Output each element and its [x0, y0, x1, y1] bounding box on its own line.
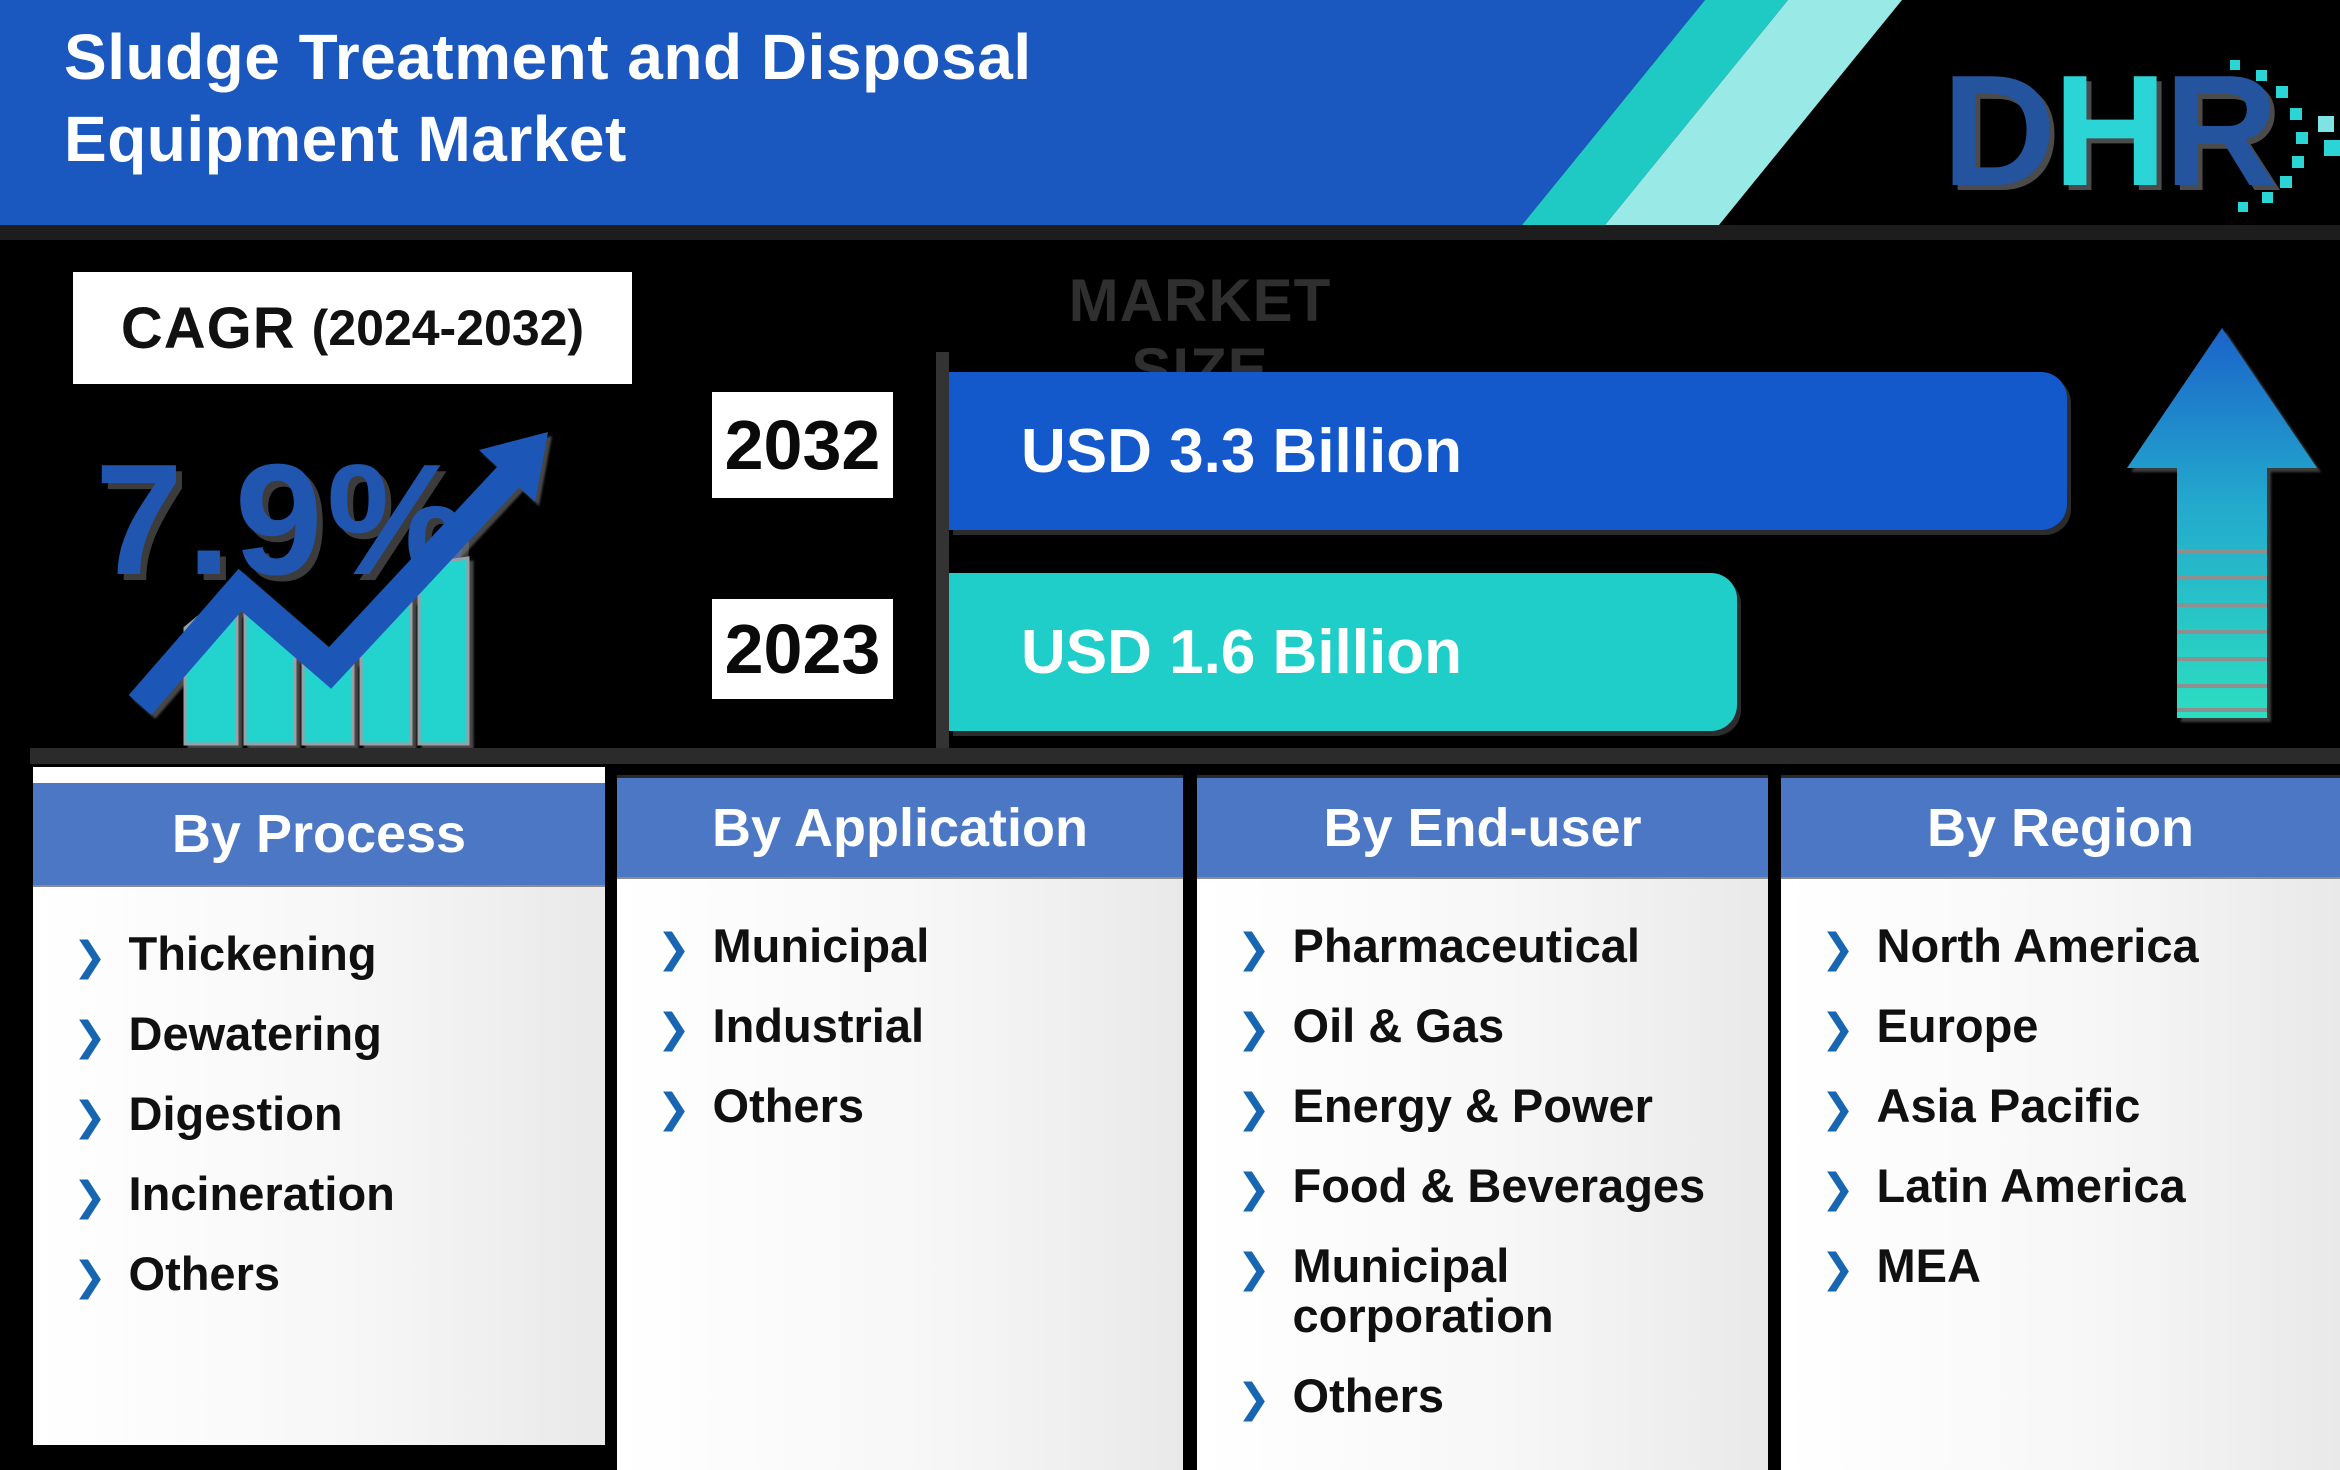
list-item-label: Industrial: [712, 999, 925, 1052]
list-item-label: Dewatering: [128, 1007, 382, 1060]
chevron-right-icon: ❯: [1237, 1007, 1271, 1051]
cagr-growth-chart-graphic: [128, 432, 548, 746]
segment-body-end-user: ❯ Pharmaceutical ❯ Oil & Gas ❯ Energy & Pow…: [1197, 879, 1768, 1470]
page-title: Sludge Treatment and Disposal Equipment …: [64, 16, 1032, 180]
list-item: ❯ Municipal corporation: [1237, 1241, 1738, 1341]
chevron-right-icon: ❯: [657, 927, 691, 971]
list-item-label: Food & Beverages: [1292, 1159, 1706, 1212]
chevron-right-icon: ❯: [1237, 1377, 1271, 1421]
segment-body-process: ❯ Thickening ❯ Dewatering ❯ Digestion ❯ Inci…: [33, 887, 605, 1445]
segment-panel-process: By Process ❯ Thickening ❯ Dewatering ❯ Dige…: [33, 767, 605, 1445]
bar-2023-value: USD 1.6 Billion: [1021, 617, 1462, 687]
chevron-right-icon: ❯: [1237, 1167, 1271, 1211]
list-item: ❯ Europe: [1821, 999, 2310, 1052]
list-item: ❯ Energy & Power: [1237, 1079, 1738, 1132]
list-item: ❯ Others: [657, 1079, 1153, 1132]
chevron-right-icon: ❯: [1237, 1247, 1271, 1291]
chevron-right-icon: ❯: [1237, 1087, 1271, 1131]
list-item: ❯ Others: [73, 1247, 575, 1300]
chevron-right-icon: ❯: [1821, 1007, 1855, 1051]
list-item: ❯ Municipal: [657, 919, 1153, 972]
list-item: ❯ Dewatering: [73, 1007, 575, 1060]
list-item-label: Others: [128, 1247, 281, 1300]
list-item-label: Others: [712, 1079, 865, 1132]
chevron-right-icon: ❯: [1821, 1087, 1855, 1131]
growth-up-arrow-graphic: [2127, 328, 2317, 718]
list-item: ❯ Asia Pacific: [1821, 1079, 2310, 1132]
chevron-right-icon: ❯: [73, 1095, 107, 1139]
panel-top-strip: [33, 767, 605, 783]
chevron-right-icon: ❯: [73, 1175, 107, 1219]
list-item-label: Asia Pacific: [1876, 1079, 2141, 1132]
segment-panel-end-user: By End-user ❯ Pharmaceutical ❯ Oil & Gas ❯…: [1197, 775, 1768, 1470]
logo-letter-d: D: [1942, 43, 2056, 219]
header-banner: Sludge Treatment and Disposal Equipment …: [0, 0, 2340, 225]
chevron-right-icon: ❯: [73, 935, 107, 979]
list-item: ❯ Incineration: [73, 1167, 575, 1220]
segment-header-process: By Process: [33, 783, 605, 887]
chevron-right-icon: ❯: [1821, 1167, 1855, 1211]
chart-axis: [936, 352, 949, 752]
list-item-label: Oil & Gas: [1292, 999, 1505, 1052]
segment-header-end-user: By End-user: [1197, 775, 1768, 879]
year-label-2032: 2032: [712, 392, 893, 498]
chevron-right-icon: ❯: [1821, 1247, 1855, 1291]
chart-baseline: [30, 748, 2340, 764]
list-item: ❯ North America: [1821, 919, 2310, 972]
segment-header-region: By Region: [1781, 775, 2340, 879]
logo-dots-decoration: [2212, 46, 2340, 216]
segment-body-region: ❯ North America ❯ Europe ❯ Asia Pacific ❯ La…: [1781, 879, 2340, 1470]
list-item-label: Thickening: [128, 927, 377, 980]
cagr-box: CAGR (2024-2032): [73, 272, 632, 384]
banner-divider: [0, 225, 2340, 240]
logo-letter-h: H: [2053, 43, 2167, 219]
list-item-label: Municipal corporation: [1292, 1239, 1554, 1342]
year-label-2023: 2023: [712, 599, 893, 699]
chevron-right-icon: ❯: [1821, 927, 1855, 971]
list-item: ❯ Oil & Gas: [1237, 999, 1738, 1052]
chevron-right-icon: ❯: [73, 1255, 107, 1299]
list-item: ❯ Industrial: [657, 999, 1153, 1052]
segment-panel-application: By Application ❯ Municipal ❯ Industrial ❯ O…: [617, 775, 1183, 1470]
chevron-right-icon: ❯: [73, 1015, 107, 1059]
list-item: ❯ Food & Beverages: [1237, 1159, 1738, 1212]
chevron-right-icon: ❯: [1237, 927, 1271, 971]
chevron-right-icon: ❯: [657, 1087, 691, 1131]
page-title-line2: Equipment Market: [64, 103, 627, 175]
list-item: ❯ Thickening: [73, 927, 575, 980]
segment-header-application: By Application: [617, 775, 1183, 879]
bar-2032: USD 3.3 Billion: [949, 372, 2067, 530]
bar-2032-value: USD 3.3 Billion: [1021, 416, 1462, 486]
list-item-label: North America: [1876, 919, 2199, 972]
chevron-right-icon: ❯: [657, 1007, 691, 1051]
list-item-label: Pharmaceutical: [1292, 919, 1640, 972]
list-item-label: Municipal: [712, 919, 930, 972]
list-item-label: MEA: [1876, 1239, 1981, 1292]
cagr-period: (2024-2032): [311, 300, 585, 356]
list-item: ❯ Latin America: [1821, 1159, 2310, 1212]
segment-body-application: ❯ Municipal ❯ Industrial ❯ Others: [617, 879, 1183, 1470]
bar-2023: USD 1.6 Billion: [949, 573, 1737, 731]
list-item-label: Others: [1292, 1369, 1445, 1422]
list-item-label: Europe: [1876, 999, 2039, 1052]
segment-panel-region: By Region ❯ North America ❯ Europe ❯ Asia P…: [1781, 775, 2340, 1470]
list-item: ❯ MEA: [1821, 1239, 2310, 1292]
cagr-label: CAGR: [120, 295, 296, 361]
list-item-label: Digestion: [128, 1087, 343, 1140]
list-item: ❯ Digestion: [73, 1087, 575, 1140]
infographic: Sludge Treatment and Disposal Equipment …: [0, 0, 2340, 1470]
list-item-label: Incineration: [128, 1167, 395, 1220]
list-item: ❯ Others: [1237, 1369, 1738, 1422]
list-item-label: Energy & Power: [1292, 1079, 1653, 1132]
list-item: ❯ Pharmaceutical: [1237, 919, 1738, 972]
list-item-label: Latin America: [1876, 1159, 2186, 1212]
page-title-line1: Sludge Treatment and Disposal: [64, 21, 1032, 93]
